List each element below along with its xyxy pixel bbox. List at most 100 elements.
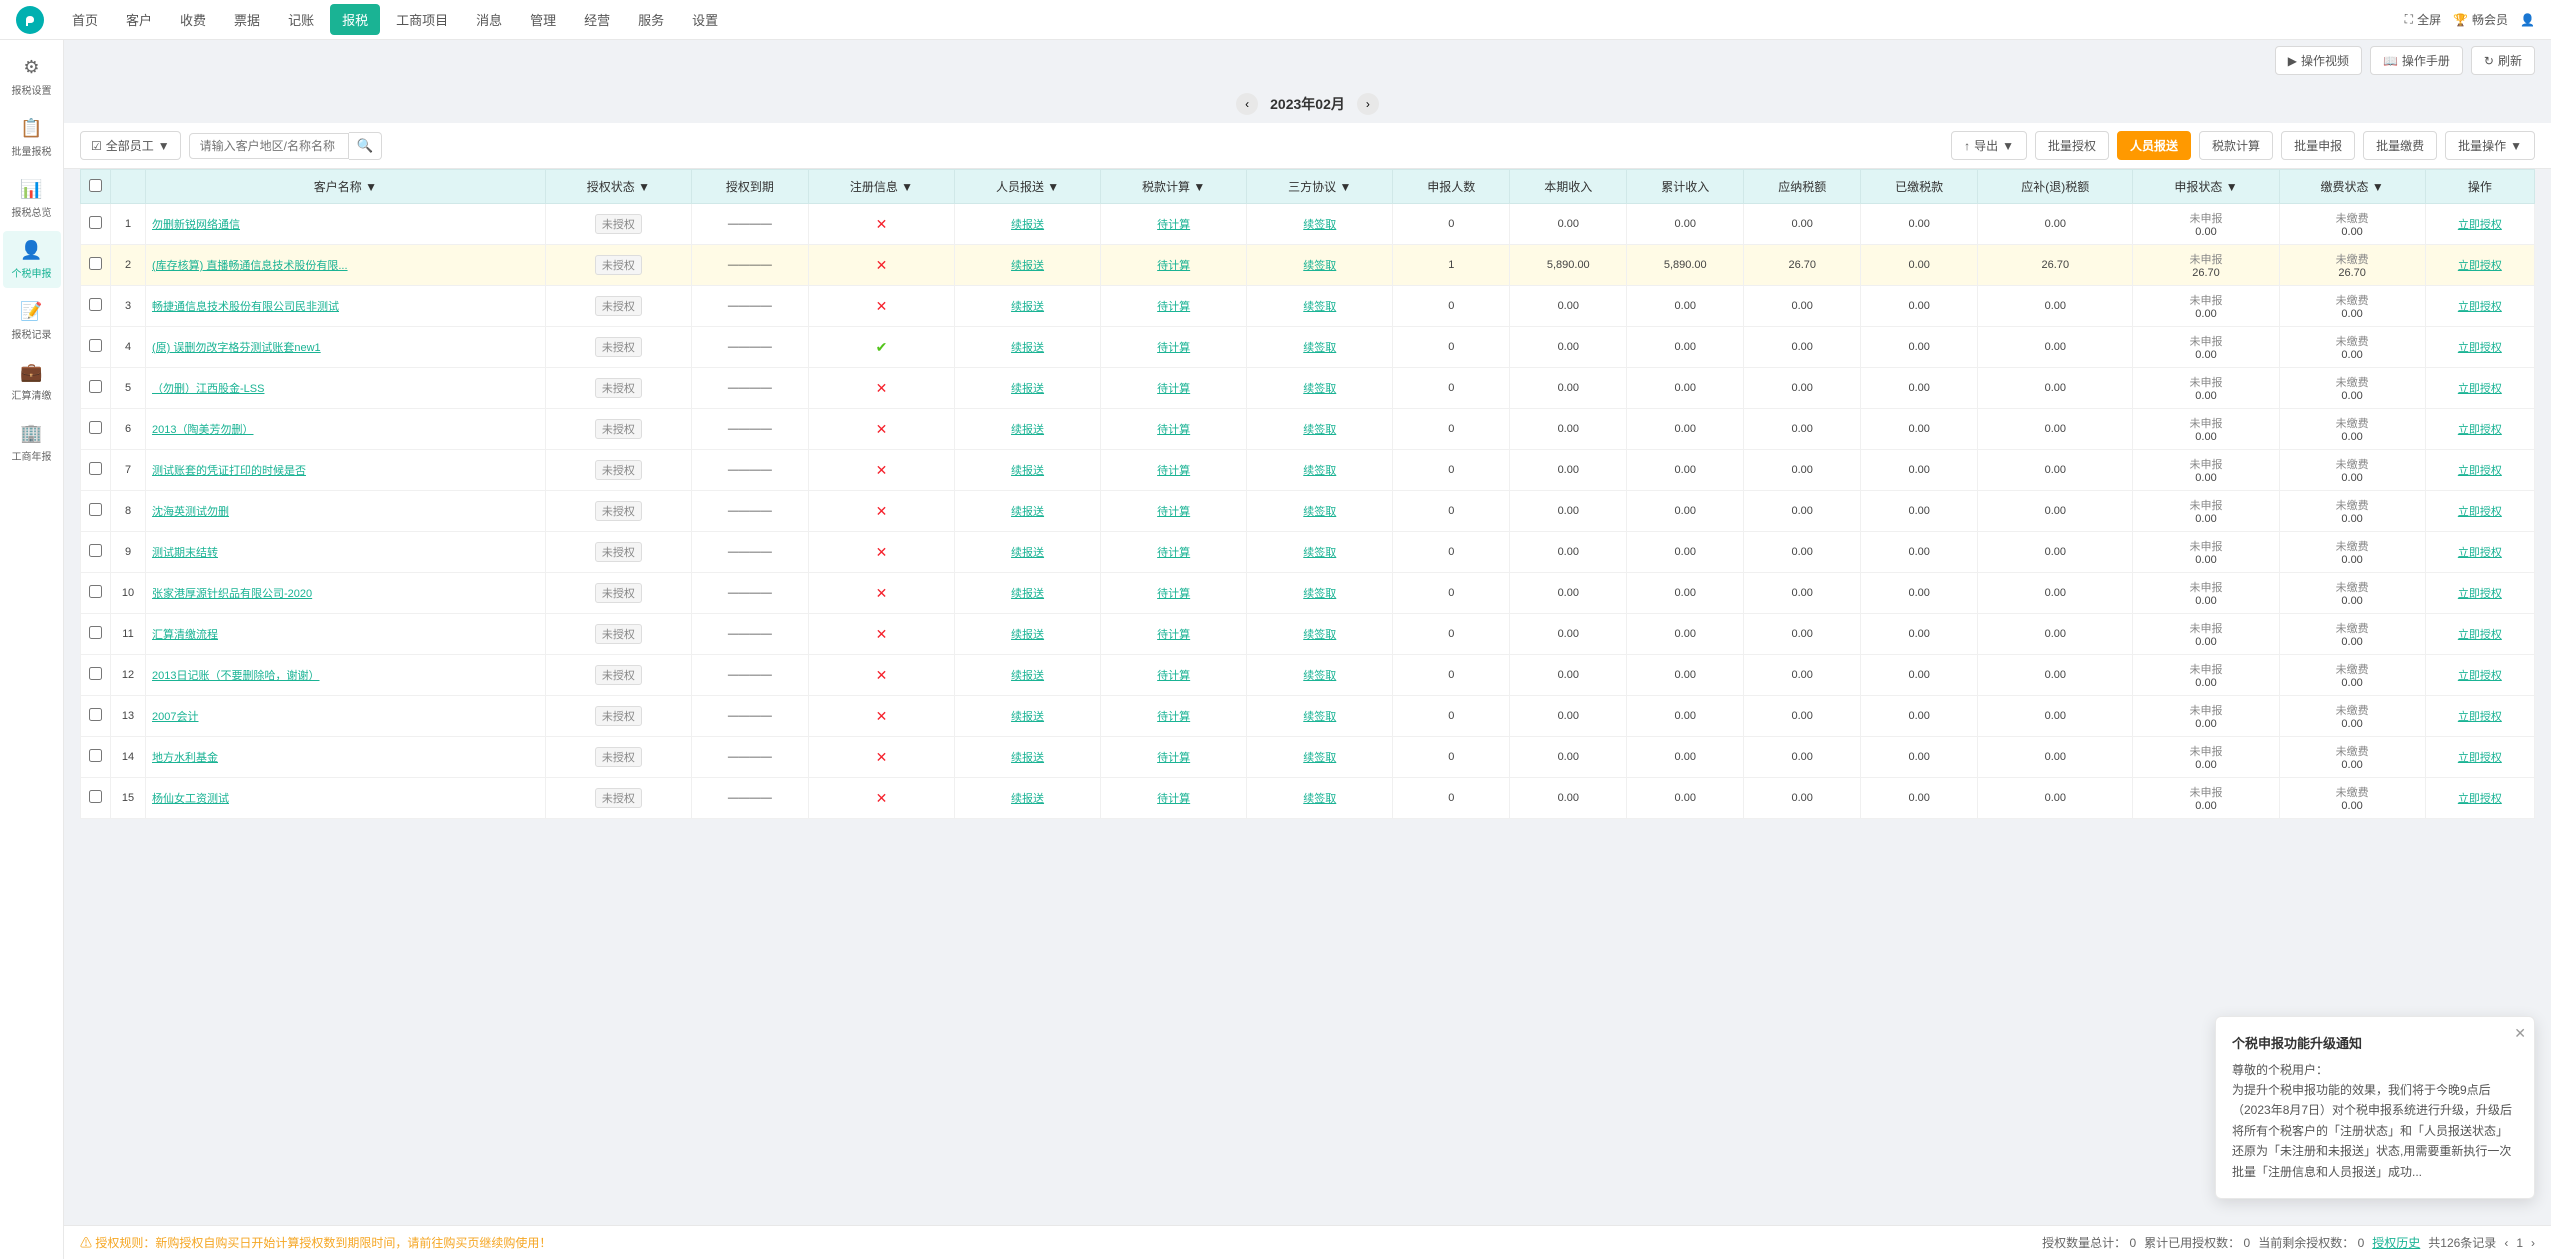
row-name[interactable]: 汇算清缴流程: [146, 614, 546, 655]
row-tax-calc[interactable]: 待计算: [1101, 737, 1247, 778]
row-triparty[interactable]: 续签取: [1247, 614, 1393, 655]
row-checkbox[interactable]: [89, 544, 102, 557]
row-triparty[interactable]: 续签取: [1247, 737, 1393, 778]
vip-btn[interactable]: 🏆 畅会员: [2453, 11, 2508, 28]
sidebar-item-personal-tax[interactable]: 👤个税申报: [3, 231, 61, 288]
row-name[interactable]: 杨仙女工资测试: [146, 778, 546, 819]
row-person-report[interactable]: 续报送: [955, 286, 1101, 327]
row-name[interactable]: (原) 误删勿改字格芬测试账套new1: [146, 327, 546, 368]
row-triparty[interactable]: 续签取: [1247, 573, 1393, 614]
row-name[interactable]: 沈海英测试勿删: [146, 491, 546, 532]
batch-report-btn[interactable]: 批量申报: [2281, 131, 2355, 160]
nav-item-服务[interactable]: 服务: [626, 4, 676, 35]
row-person-report[interactable]: 续报送: [955, 737, 1101, 778]
nav-item-消息[interactable]: 消息: [464, 4, 514, 35]
row-tax-calc[interactable]: 待计算: [1101, 655, 1247, 696]
row-tax-calc[interactable]: 待计算: [1101, 778, 1247, 819]
search-button[interactable]: 🔍: [349, 132, 383, 160]
sidebar-item-tax-overview[interactable]: 📊报税总览: [3, 170, 61, 227]
sidebar-item-batch-tax[interactable]: 📋批量报税: [3, 109, 61, 166]
search-input[interactable]: [189, 133, 349, 159]
row-person-report[interactable]: 续报送: [955, 573, 1101, 614]
row-tax-calc[interactable]: 待计算: [1101, 532, 1247, 573]
personal-report-btn[interactable]: 人员报送: [2117, 131, 2191, 160]
refresh-btn[interactable]: ↻ 刷新: [2471, 46, 2535, 75]
row-name[interactable]: 勿删新锐网络通信: [146, 204, 546, 245]
col-tax_calc[interactable]: 税款计算 ▼: [1101, 170, 1247, 204]
row-checkbox[interactable]: [89, 462, 102, 475]
row-checkbox[interactable]: [89, 421, 102, 434]
nav-item-首页[interactable]: 首页: [60, 4, 110, 35]
row-checkbox[interactable]: [89, 749, 102, 762]
row-person-report[interactable]: 续报送: [955, 532, 1101, 573]
row-checkbox[interactable]: [89, 298, 102, 311]
row-tax-calc[interactable]: 待计算: [1101, 327, 1247, 368]
row-checkbox[interactable]: [89, 667, 102, 680]
row-triparty[interactable]: 续签取: [1247, 696, 1393, 737]
row-person-report[interactable]: 续报送: [955, 245, 1101, 286]
row-tax-calc[interactable]: 待计算: [1101, 696, 1247, 737]
employee-filter-btn[interactable]: ☑ 全部员工 ▼: [80, 131, 181, 160]
col-triparty[interactable]: 三方协议 ▼: [1247, 170, 1393, 204]
row-action[interactable]: 立即授权: [2425, 532, 2534, 573]
row-person-report[interactable]: 续报送: [955, 491, 1101, 532]
col-pay_status[interactable]: 缴费状态 ▼: [2279, 170, 2425, 204]
row-triparty[interactable]: 续签取: [1247, 286, 1393, 327]
export-btn[interactable]: ↑ 导出 ▼: [1951, 131, 2027, 160]
row-name[interactable]: 张家港厚源针织品有限公司-2020: [146, 573, 546, 614]
nav-item-管理[interactable]: 管理: [518, 4, 568, 35]
row-person-report[interactable]: 续报送: [955, 327, 1101, 368]
row-checkbox[interactable]: [89, 339, 102, 352]
row-triparty[interactable]: 续签取: [1247, 778, 1393, 819]
pagination-prev[interactable]: ‹: [2504, 1236, 2508, 1250]
nav-item-记账[interactable]: 记账: [276, 4, 326, 35]
row-name[interactable]: （勿删）江西股金-LSS: [146, 368, 546, 409]
row-triparty[interactable]: 续签取: [1247, 327, 1393, 368]
row-action[interactable]: 立即授权: [2425, 778, 2534, 819]
row-action[interactable]: 立即授权: [2425, 327, 2534, 368]
auth-history-link[interactable]: 授权历史: [2372, 1234, 2420, 1251]
nav-item-客户[interactable]: 客户: [114, 4, 164, 35]
batch-auth-btn[interactable]: 批量授权: [2035, 131, 2109, 160]
row-action[interactable]: 立即授权: [2425, 245, 2534, 286]
nav-item-收费[interactable]: 收费: [168, 4, 218, 35]
row-tax-calc[interactable]: 待计算: [1101, 409, 1247, 450]
row-triparty[interactable]: 续签取: [1247, 368, 1393, 409]
select-all-checkbox[interactable]: [89, 179, 102, 192]
row-action[interactable]: 立即授权: [2425, 655, 2534, 696]
row-triparty[interactable]: 续签取: [1247, 491, 1393, 532]
row-tax-calc[interactable]: 待计算: [1101, 491, 1247, 532]
nav-item-设置[interactable]: 设置: [680, 4, 730, 35]
row-action[interactable]: 立即授权: [2425, 614, 2534, 655]
row-checkbox[interactable]: [89, 380, 102, 393]
nav-item-报税[interactable]: 报税: [330, 4, 380, 35]
row-person-report[interactable]: 续报送: [955, 450, 1101, 491]
row-tax-calc[interactable]: 待计算: [1101, 245, 1247, 286]
row-checkbox[interactable]: [89, 626, 102, 639]
row-action[interactable]: 立即授权: [2425, 737, 2534, 778]
nav-item-工商项目[interactable]: 工商项目: [384, 4, 460, 35]
row-name[interactable]: (库存核算) 直播畅通信息技术股份有限...: [146, 245, 546, 286]
user-icon[interactable]: 👤: [2520, 13, 2535, 27]
next-month-btn[interactable]: ›: [1357, 93, 1379, 115]
sidebar-item-tax-settings[interactable]: ⚙报税设置: [3, 48, 61, 105]
row-action[interactable]: 立即授权: [2425, 573, 2534, 614]
nav-item-经营[interactable]: 经营: [572, 4, 622, 35]
sidebar-item-annual-report[interactable]: 🏢工商年报: [3, 414, 61, 471]
row-checkbox[interactable]: [89, 216, 102, 229]
row-action[interactable]: 立即授权: [2425, 368, 2534, 409]
row-tax-calc[interactable]: 待计算: [1101, 450, 1247, 491]
row-name[interactable]: 测试期末结转: [146, 532, 546, 573]
row-action[interactable]: 立即授权: [2425, 409, 2534, 450]
notification-close-btn[interactable]: ✕: [2514, 1025, 2526, 1042]
nav-item-票据[interactable]: 票据: [222, 4, 272, 35]
row-tax-calc[interactable]: 待计算: [1101, 204, 1247, 245]
row-triparty[interactable]: 续签取: [1247, 245, 1393, 286]
row-person-report[interactable]: 续报送: [955, 204, 1101, 245]
col-declare_status[interactable]: 申报状态 ▼: [2133, 170, 2279, 204]
row-tax-calc[interactable]: 待计算: [1101, 368, 1247, 409]
row-person-report[interactable]: 续报送: [955, 409, 1101, 450]
col-person_report[interactable]: 人员报送 ▼: [955, 170, 1101, 204]
row-tax-calc[interactable]: 待计算: [1101, 573, 1247, 614]
row-name[interactable]: 畅捷通信息技术股份有限公司民非测试: [146, 286, 546, 327]
